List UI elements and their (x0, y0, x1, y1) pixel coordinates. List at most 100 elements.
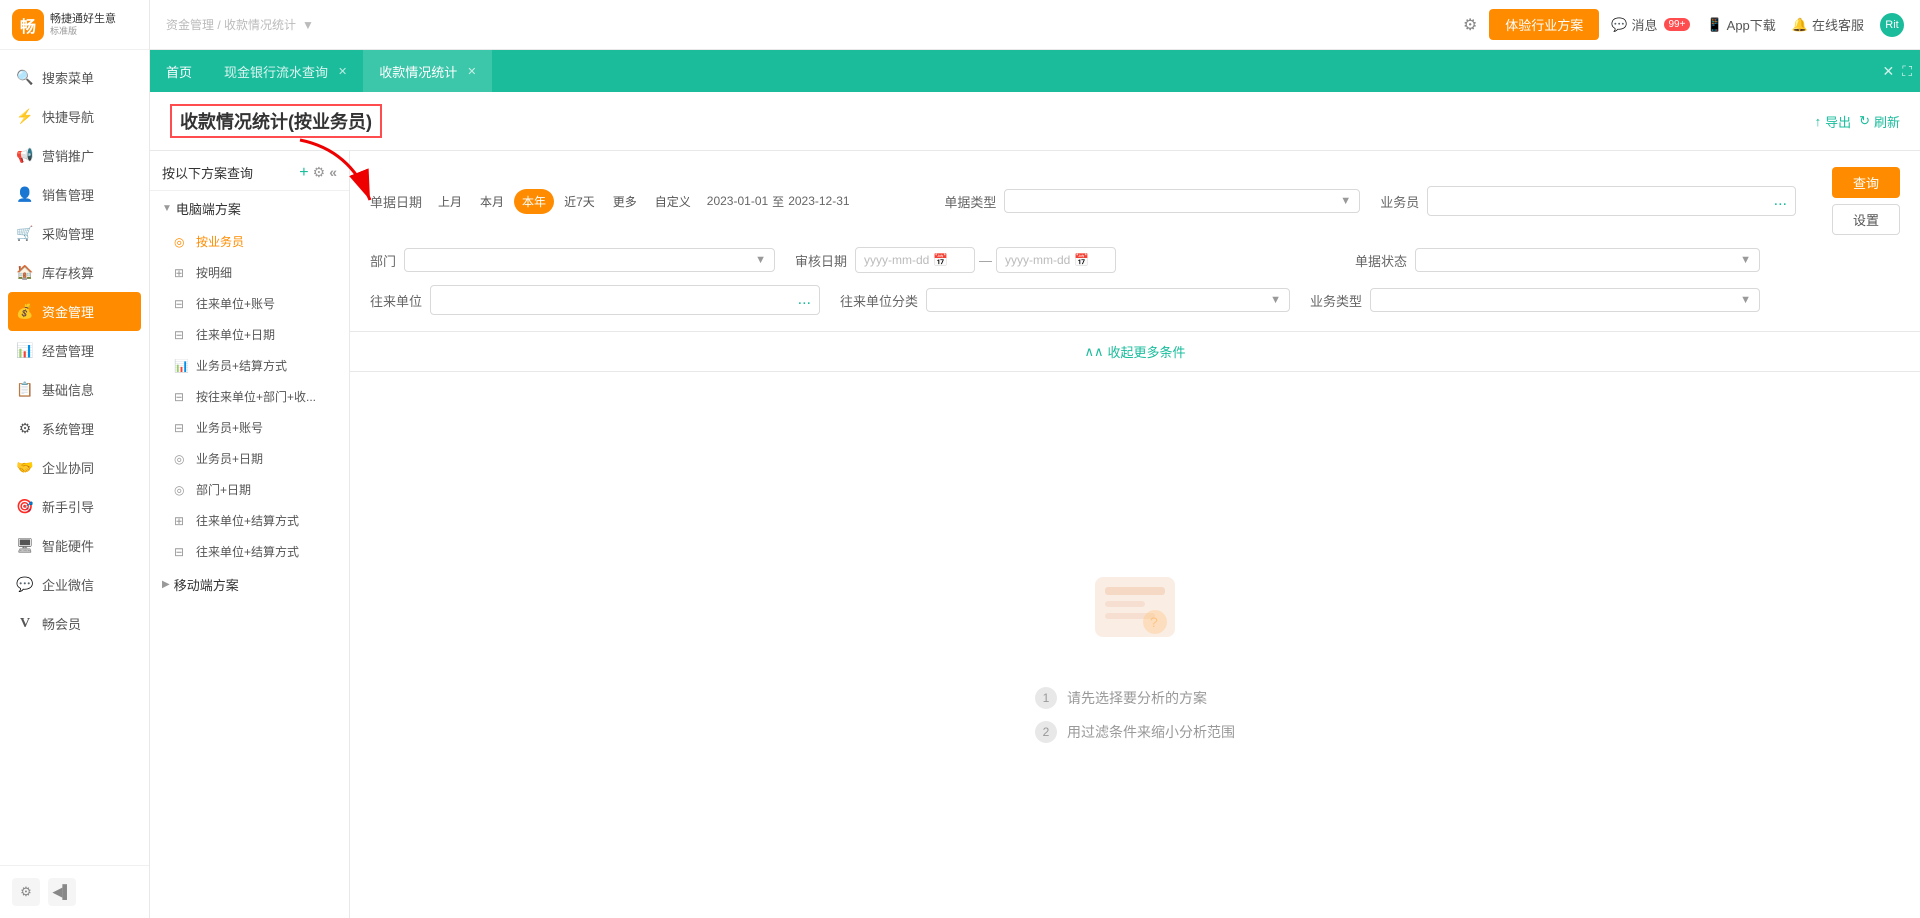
plan-icon-unit-dept: ⊟ (174, 390, 190, 404)
filter-counterparty-category: 往来单位分类 ▼ (840, 288, 1290, 312)
service-icon: 🔔 (1792, 17, 1808, 33)
sidebar-item-quicknav[interactable]: ⚡ 快捷导航 (0, 97, 149, 136)
tab-bank-close[interactable]: ✕ (338, 65, 347, 78)
tab-collection-close[interactable]: ✕ (467, 65, 476, 78)
biz-type-dropdown[interactable]: ▼ (1370, 288, 1760, 312)
content-area: 按以下方案查询 + ⚙ « ▼ 电脑端方案 ◎ 按业务员 (150, 151, 1920, 918)
empty-state: ? 1 请先选择要分析的方案 2 用过滤条件来缩小分析范围 (350, 372, 1920, 918)
empty-step-2: 2 用过滤条件来缩小分析范围 (1035, 721, 1235, 743)
logo-icon: 畅 (12, 9, 44, 41)
footer-settings-btn[interactable]: ⚙ (12, 878, 40, 906)
plan-item-unit-dept[interactable]: ⊟ 按往来单位+部门+收... (150, 381, 349, 412)
plan-item-unit-method2[interactable]: ⊟ 往来单位+结算方式 (150, 536, 349, 567)
date-tab-7days[interactable]: 近7天 (556, 189, 603, 214)
tab-collection[interactable]: 收款情况统计 ✕ (363, 50, 492, 92)
panel-collapse-btn[interactable]: « (329, 164, 337, 182)
notification-btn[interactable]: 💬 消息 99+ (1611, 15, 1690, 34)
audit-date-label: 审核日期 (795, 251, 847, 270)
counterparty-input[interactable]: ... (430, 285, 820, 315)
sidebar-item-operations[interactable]: 📊 经营管理 (0, 331, 149, 370)
export-btn[interactable]: ↑ 导出 (1815, 112, 1852, 131)
filter-bill-status: 单据状态 ▼ (1355, 248, 1760, 272)
plan-item-unit-account[interactable]: ⊟ 往来单位+账号 (150, 288, 349, 319)
date-tab-custom[interactable]: 自定义 (647, 189, 699, 214)
plan-item-sp-account[interactable]: ⊟ 业务员+账号 (150, 412, 349, 443)
query-button[interactable]: 查询 (1832, 167, 1900, 198)
date-tab-this-year[interactable]: 本年 (514, 189, 554, 214)
plan-item-unit-method1[interactable]: ⊞ 往来单位+结算方式 (150, 505, 349, 536)
plan-group-desktop-header[interactable]: ▼ 电脑端方案 (150, 191, 349, 226)
main-area: 资金管理 / 收款情况统计 ▼ ⚙ 体验行业方案 💬 消息 99+ 📱 App下… (150, 0, 1920, 918)
trial-button[interactable]: 体验行业方案 (1489, 9, 1599, 40)
sidebar-item-member[interactable]: V 畅会员 (0, 604, 149, 643)
step-num-1: 1 (1035, 687, 1057, 709)
top-header: 资金管理 / 收款情况统计 ▼ ⚙ 体验行业方案 💬 消息 99+ 📱 App下… (150, 0, 1920, 50)
online-service-btn[interactable]: 🔔 在线客服 (1792, 15, 1864, 34)
sidebar-item-marketing[interactable]: 📢 营销推广 (0, 136, 149, 175)
sidebar-item-purchase[interactable]: 🛒 采购管理 (0, 214, 149, 253)
bill-type-dropdown[interactable]: ▼ (1004, 189, 1360, 213)
group-arrow-desktop: ▼ (162, 203, 172, 214)
date-tab-this-month[interactable]: 本月 (472, 189, 512, 214)
salesperson-input[interactable]: ... (1427, 186, 1796, 216)
sidebar-item-finance[interactable]: 💰 资金管理 (8, 292, 141, 331)
bill-status-dropdown[interactable]: ▼ (1415, 248, 1760, 272)
left-panel: 按以下方案查询 + ⚙ « ▼ 电脑端方案 ◎ 按业务员 (150, 151, 350, 918)
counterparty-more-btn[interactable]: ... (798, 291, 811, 309)
plan-group-mobile-header[interactable]: ▶ 移动端方案 (150, 567, 349, 602)
guide-icon: 🎯 (16, 498, 34, 516)
filter-actions: 查询 设置 (1832, 167, 1900, 235)
date-tab-more[interactable]: 更多 (605, 189, 645, 214)
refresh-btn[interactable]: ↻ 刷新 (1859, 112, 1900, 131)
sidebar-item-corp[interactable]: 🤝 企业协同 (0, 448, 149, 487)
sidebar-item-basic[interactable]: 📋 基础信息 (0, 370, 149, 409)
corp-icon: 🤝 (16, 459, 34, 477)
sidebar-item-system[interactable]: ⚙ 系统管理 (0, 409, 149, 448)
plan-item-dept-date[interactable]: ◎ 部门+日期 (150, 474, 349, 505)
collapse-bar[interactable]: ∧∧ 收起更多条件 (350, 332, 1920, 372)
plan-settings-btn[interactable]: ⚙ (313, 164, 326, 182)
filter-biz-type: 业务类型 ▼ (1310, 288, 1760, 312)
plan-item-salesperson-method[interactable]: 📊 业务员+结算方式 (150, 350, 349, 381)
plan-item-by-salesperson[interactable]: ◎ 按业务员 (150, 226, 349, 257)
basic-icon: 📋 (16, 381, 34, 399)
user-avatar[interactable]: Rit (1880, 13, 1904, 37)
settings-button[interactable]: 设置 (1832, 204, 1900, 235)
plan-icon-sp-method: 📊 (174, 359, 190, 373)
tab-maximize-icon[interactable]: ⛶ (1902, 63, 1912, 80)
filter-area: 单据日期 上月 本月 本年 近7天 更多 自定义 (350, 151, 1920, 332)
tab-close-all-icon[interactable]: ✕ (1882, 63, 1894, 80)
plan-icon-salesperson: ◎ (174, 235, 190, 249)
dept-dropdown[interactable]: ▼ (404, 248, 775, 272)
audit-date-from[interactable]: yyyy-mm-dd 📅 (855, 247, 975, 273)
sidebar-item-search[interactable]: 🔍 搜索菜单 (0, 58, 149, 97)
tab-bar-right: ✕ ⛶ (1882, 63, 1920, 80)
gear-btn[interactable]: ⚙ (1463, 15, 1477, 35)
group-arrow-mobile: ▶ (162, 579, 170, 590)
dept-label: 部门 (370, 251, 396, 270)
sidebar-item-wechat[interactable]: 💬 企业微信 (0, 565, 149, 604)
audit-date-to[interactable]: yyyy-mm-dd 📅 (996, 247, 1116, 273)
plan-item-by-detail[interactable]: ⊞ 按明细 (150, 257, 349, 288)
app-download-btn[interactable]: 📱 App下载 (1706, 15, 1775, 34)
salesperson-more-btn[interactable]: ... (1774, 192, 1787, 210)
filter-counterparty: 往来单位 ... (370, 285, 820, 315)
plan-item-unit-date[interactable]: ⊟ 往来单位+日期 (150, 319, 349, 350)
date-tab-last-month[interactable]: 上月 (430, 189, 470, 214)
sidebar-item-guide[interactable]: 🎯 新手引导 (0, 487, 149, 526)
tab-home[interactable]: 首页 (150, 50, 208, 92)
page-actions: ↑ 导出 ↻ 刷新 (1815, 112, 1900, 131)
sidebar-item-hardware[interactable]: 🖥 智能硬件 (0, 526, 149, 565)
sidebar-item-warehouse[interactable]: 🏠 库存核算 (0, 253, 149, 292)
plan-icon-unit-method1: ⊞ (174, 514, 190, 528)
dept-arrow: ▼ (755, 254, 766, 266)
plan-item-sp-date[interactable]: ◎ 业务员+日期 (150, 443, 349, 474)
tab-bank[interactable]: 现金银行流水查询 ✕ (208, 50, 363, 92)
sidebar-item-sales[interactable]: 👤 销售管理 (0, 175, 149, 214)
counterparty-category-dropdown[interactable]: ▼ (926, 288, 1290, 312)
collapse-button[interactable]: ∧∧ 收起更多条件 (1084, 342, 1185, 361)
sidebar: 畅 畅捷通好生意 标准版 🔍 搜索菜单 ⚡ 快捷导航 📢 营销推广 👤 销售管理… (0, 0, 150, 918)
filter-row-3: 往来单位 ... 往来单位分类 ▼ (370, 285, 1900, 315)
add-plan-btn[interactable]: + (299, 164, 308, 182)
footer-collapse-btn[interactable]: ◀▌ (48, 878, 76, 906)
